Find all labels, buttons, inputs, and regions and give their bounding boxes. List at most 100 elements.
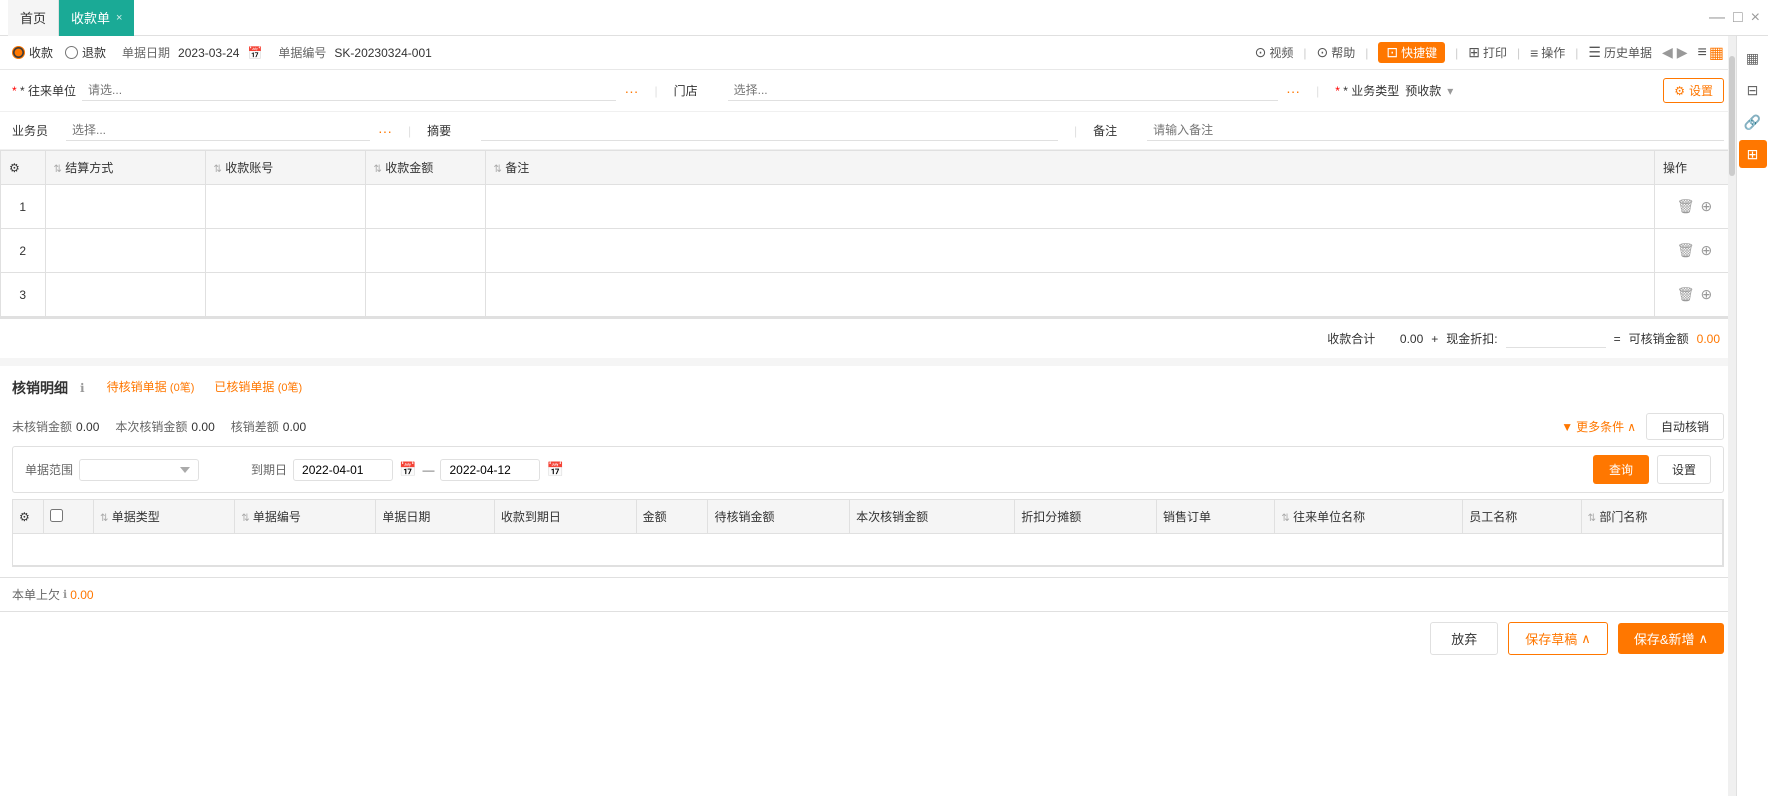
sidebar-btn-grid[interactable]: ▦ xyxy=(1739,44,1767,72)
remark-cell-3[interactable] xyxy=(485,273,1655,317)
start-calendar-icon[interactable]: 📅 xyxy=(399,461,416,478)
scrollbar[interactable] xyxy=(1728,36,1736,796)
setting-button[interactable]: ⚙ 设置 xyxy=(1663,78,1724,103)
print-icon: ⊞ xyxy=(1468,44,1480,61)
due-date-start[interactable] xyxy=(293,459,393,481)
form-date-group: 单据日期 2023-03-24 📅 xyxy=(122,44,262,61)
shop-more-icon[interactable]: ··· xyxy=(1286,83,1300,99)
action-history[interactable]: ☰ 历史单据 xyxy=(1588,44,1652,61)
query-button[interactable]: 查询 xyxy=(1593,455,1649,484)
account-cell-1[interactable] xyxy=(205,185,365,229)
next-arrow-icon[interactable]: ▶ xyxy=(1677,44,1688,61)
table-settings2-icon[interactable]: ⚙ xyxy=(19,510,30,524)
action-help[interactable]: ⊙ 帮助 xyxy=(1316,44,1355,61)
form-toolbar: 收款 退款 单据日期 2023-03-24 📅 单据编号 SK-20230324… xyxy=(0,36,1736,70)
discount-label: 现金折扣: xyxy=(1446,330,1497,347)
sidebar-btn-link[interactable]: 🔗 xyxy=(1739,108,1767,136)
range-label: 单据范围 xyxy=(25,461,73,478)
save-draft-button[interactable]: 保存草稿 ∧ xyxy=(1508,622,1608,655)
unit-input[interactable] xyxy=(82,80,616,101)
nav-tab-receipts[interactable]: 收款单 × xyxy=(59,0,134,36)
account-cell-2[interactable] xyxy=(205,229,365,273)
current-verify-value: 0.00 xyxy=(191,420,214,434)
auto-verify-button[interactable]: 自动核销 xyxy=(1646,413,1724,440)
action-operations[interactable]: ≡ 操作 xyxy=(1530,44,1565,61)
right-sidebar: ▦ ⊟ 🔗 ⊞ xyxy=(1736,36,1768,796)
minimize-icon[interactable]: — xyxy=(1709,9,1725,27)
radio-receipt[interactable]: 收款 xyxy=(12,44,53,61)
nav-home[interactable]: 首页 xyxy=(8,0,59,36)
discount-col-header: 折扣分摊额 xyxy=(1015,500,1157,534)
copy-row-1-icon[interactable]: ⊕ xyxy=(1701,198,1713,215)
form-number-group: 单据编号 SK-20230324-001 xyxy=(278,44,431,61)
unit-group: * 往来单位 ··· xyxy=(12,80,638,101)
list-view-icon[interactable]: ≡ xyxy=(1698,44,1707,62)
settlement-cell-2[interactable] xyxy=(45,229,205,273)
grid-view-icon[interactable]: ▦ xyxy=(1709,43,1724,63)
remark-input[interactable] xyxy=(1147,120,1724,141)
sidebar-btn-expand[interactable]: ⊞ xyxy=(1739,140,1767,168)
result-value: 0.00 xyxy=(1697,332,1720,346)
sidebar-btn-list[interactable]: ⊟ xyxy=(1739,76,1767,104)
delete-row-2-icon[interactable]: 🗑 xyxy=(1677,242,1695,259)
biztype-dropdown-icon[interactable]: ▾ xyxy=(1447,84,1453,98)
discount-input[interactable] xyxy=(1506,329,1606,348)
abandon-button[interactable]: 放弃 xyxy=(1430,622,1498,655)
staff-more-icon[interactable]: ··· xyxy=(378,123,392,139)
prev-arrow-icon[interactable]: ◀ xyxy=(1662,44,1673,61)
gear-icon: ⚙ xyxy=(1674,84,1685,98)
result-label: 可核销金额 xyxy=(1629,330,1689,347)
staff-input[interactable] xyxy=(66,120,370,141)
shop-input[interactable] xyxy=(728,80,1278,101)
range-select[interactable] xyxy=(79,459,199,481)
unit-more-icon[interactable]: ··· xyxy=(624,83,638,99)
footer-actions: 放弃 保存草稿 ∧ 保存&新增 ∧ xyxy=(0,611,1736,665)
save-new-dropdown-icon[interactable]: ∧ xyxy=(1698,631,1708,647)
toolbar-actions: ⊙ 视频 | ⊙ 帮助 | ⊡ 快捷键 | ⊞ 打印 | ≡ 操作 | xyxy=(1255,42,1724,63)
remark-cell-1[interactable] xyxy=(485,185,1655,229)
maximize-icon[interactable]: □ xyxy=(1733,9,1743,27)
settlement-cell-3[interactable] xyxy=(45,273,205,317)
action-video[interactable]: ⊙ 视频 xyxy=(1255,44,1294,61)
close-window-icon[interactable]: × xyxy=(1751,9,1760,27)
amount-cell-3[interactable] xyxy=(365,273,485,317)
due-col-header: 收款到期日 xyxy=(494,500,636,534)
current-col-header: 本次核销金额 xyxy=(850,500,1015,534)
tab-pending[interactable]: 待核销单据 (0笔) xyxy=(97,376,205,399)
more-conditions-btn[interactable]: ▼ 更多条件 ∧ xyxy=(1561,418,1636,435)
save-new-button[interactable]: 保存&新增 ∧ xyxy=(1618,623,1724,654)
check-all-checkbox[interactable] xyxy=(50,509,63,522)
scrollbar-thumb[interactable] xyxy=(1729,56,1735,176)
close-tab-icon[interactable]: × xyxy=(116,12,122,24)
account-cell-3[interactable] xyxy=(205,273,365,317)
remark-group: 备注 xyxy=(1093,120,1724,141)
settlement-cell-1[interactable] xyxy=(45,185,205,229)
setting2-button[interactable]: 设置 xyxy=(1657,455,1711,484)
total-label: 收款合计 xyxy=(1327,330,1375,347)
amount-cell-1[interactable] xyxy=(365,185,485,229)
delete-row-3-icon[interactable]: 🗑 xyxy=(1677,286,1695,303)
action-shortcuts[interactable]: ⊡ 快捷键 xyxy=(1378,42,1445,63)
due-date-end[interactable] xyxy=(440,459,540,481)
unverified-value: 0.00 xyxy=(76,420,99,434)
table-settings-icon[interactable]: ⚙ xyxy=(9,161,20,175)
copy-row-2-icon[interactable]: ⊕ xyxy=(1701,242,1713,259)
amount-col-header: 金额 xyxy=(636,500,708,534)
remark-cell-2[interactable] xyxy=(485,229,1655,273)
view-icons: ≡ ▦ xyxy=(1698,43,1724,63)
form-row-2: 业务员 ··· | 摘要 | 备注 xyxy=(0,112,1736,150)
verify-info-icon[interactable]: ℹ xyxy=(80,381,85,395)
tab-done[interactable]: 已核销单据 (0笔) xyxy=(204,376,312,399)
copy-row-3-icon[interactable]: ⊕ xyxy=(1701,286,1713,303)
summary-input[interactable] xyxy=(481,120,1058,141)
bottom-table: ⚙ ⇅ 单据类型 ⇅ 单据编号 xyxy=(13,500,1723,566)
footer-info-icon[interactable]: ℹ xyxy=(63,588,67,601)
save-draft-dropdown-icon[interactable]: ∧ xyxy=(1581,631,1591,647)
end-calendar-icon[interactable]: 📅 xyxy=(546,461,563,478)
action-print[interactable]: ⊞ 打印 xyxy=(1468,44,1507,61)
receipt-table-container: ⚙ ⇅ 结算方式 ⇅ 收款账号 ⇅ 收款金额 ⇅ xyxy=(0,150,1736,318)
radio-refund[interactable]: 退款 xyxy=(65,44,106,61)
amount-cell-2[interactable] xyxy=(365,229,485,273)
delete-row-1-icon[interactable]: 🗑 xyxy=(1677,198,1695,215)
date-calendar-icon[interactable]: 📅 xyxy=(247,46,262,60)
